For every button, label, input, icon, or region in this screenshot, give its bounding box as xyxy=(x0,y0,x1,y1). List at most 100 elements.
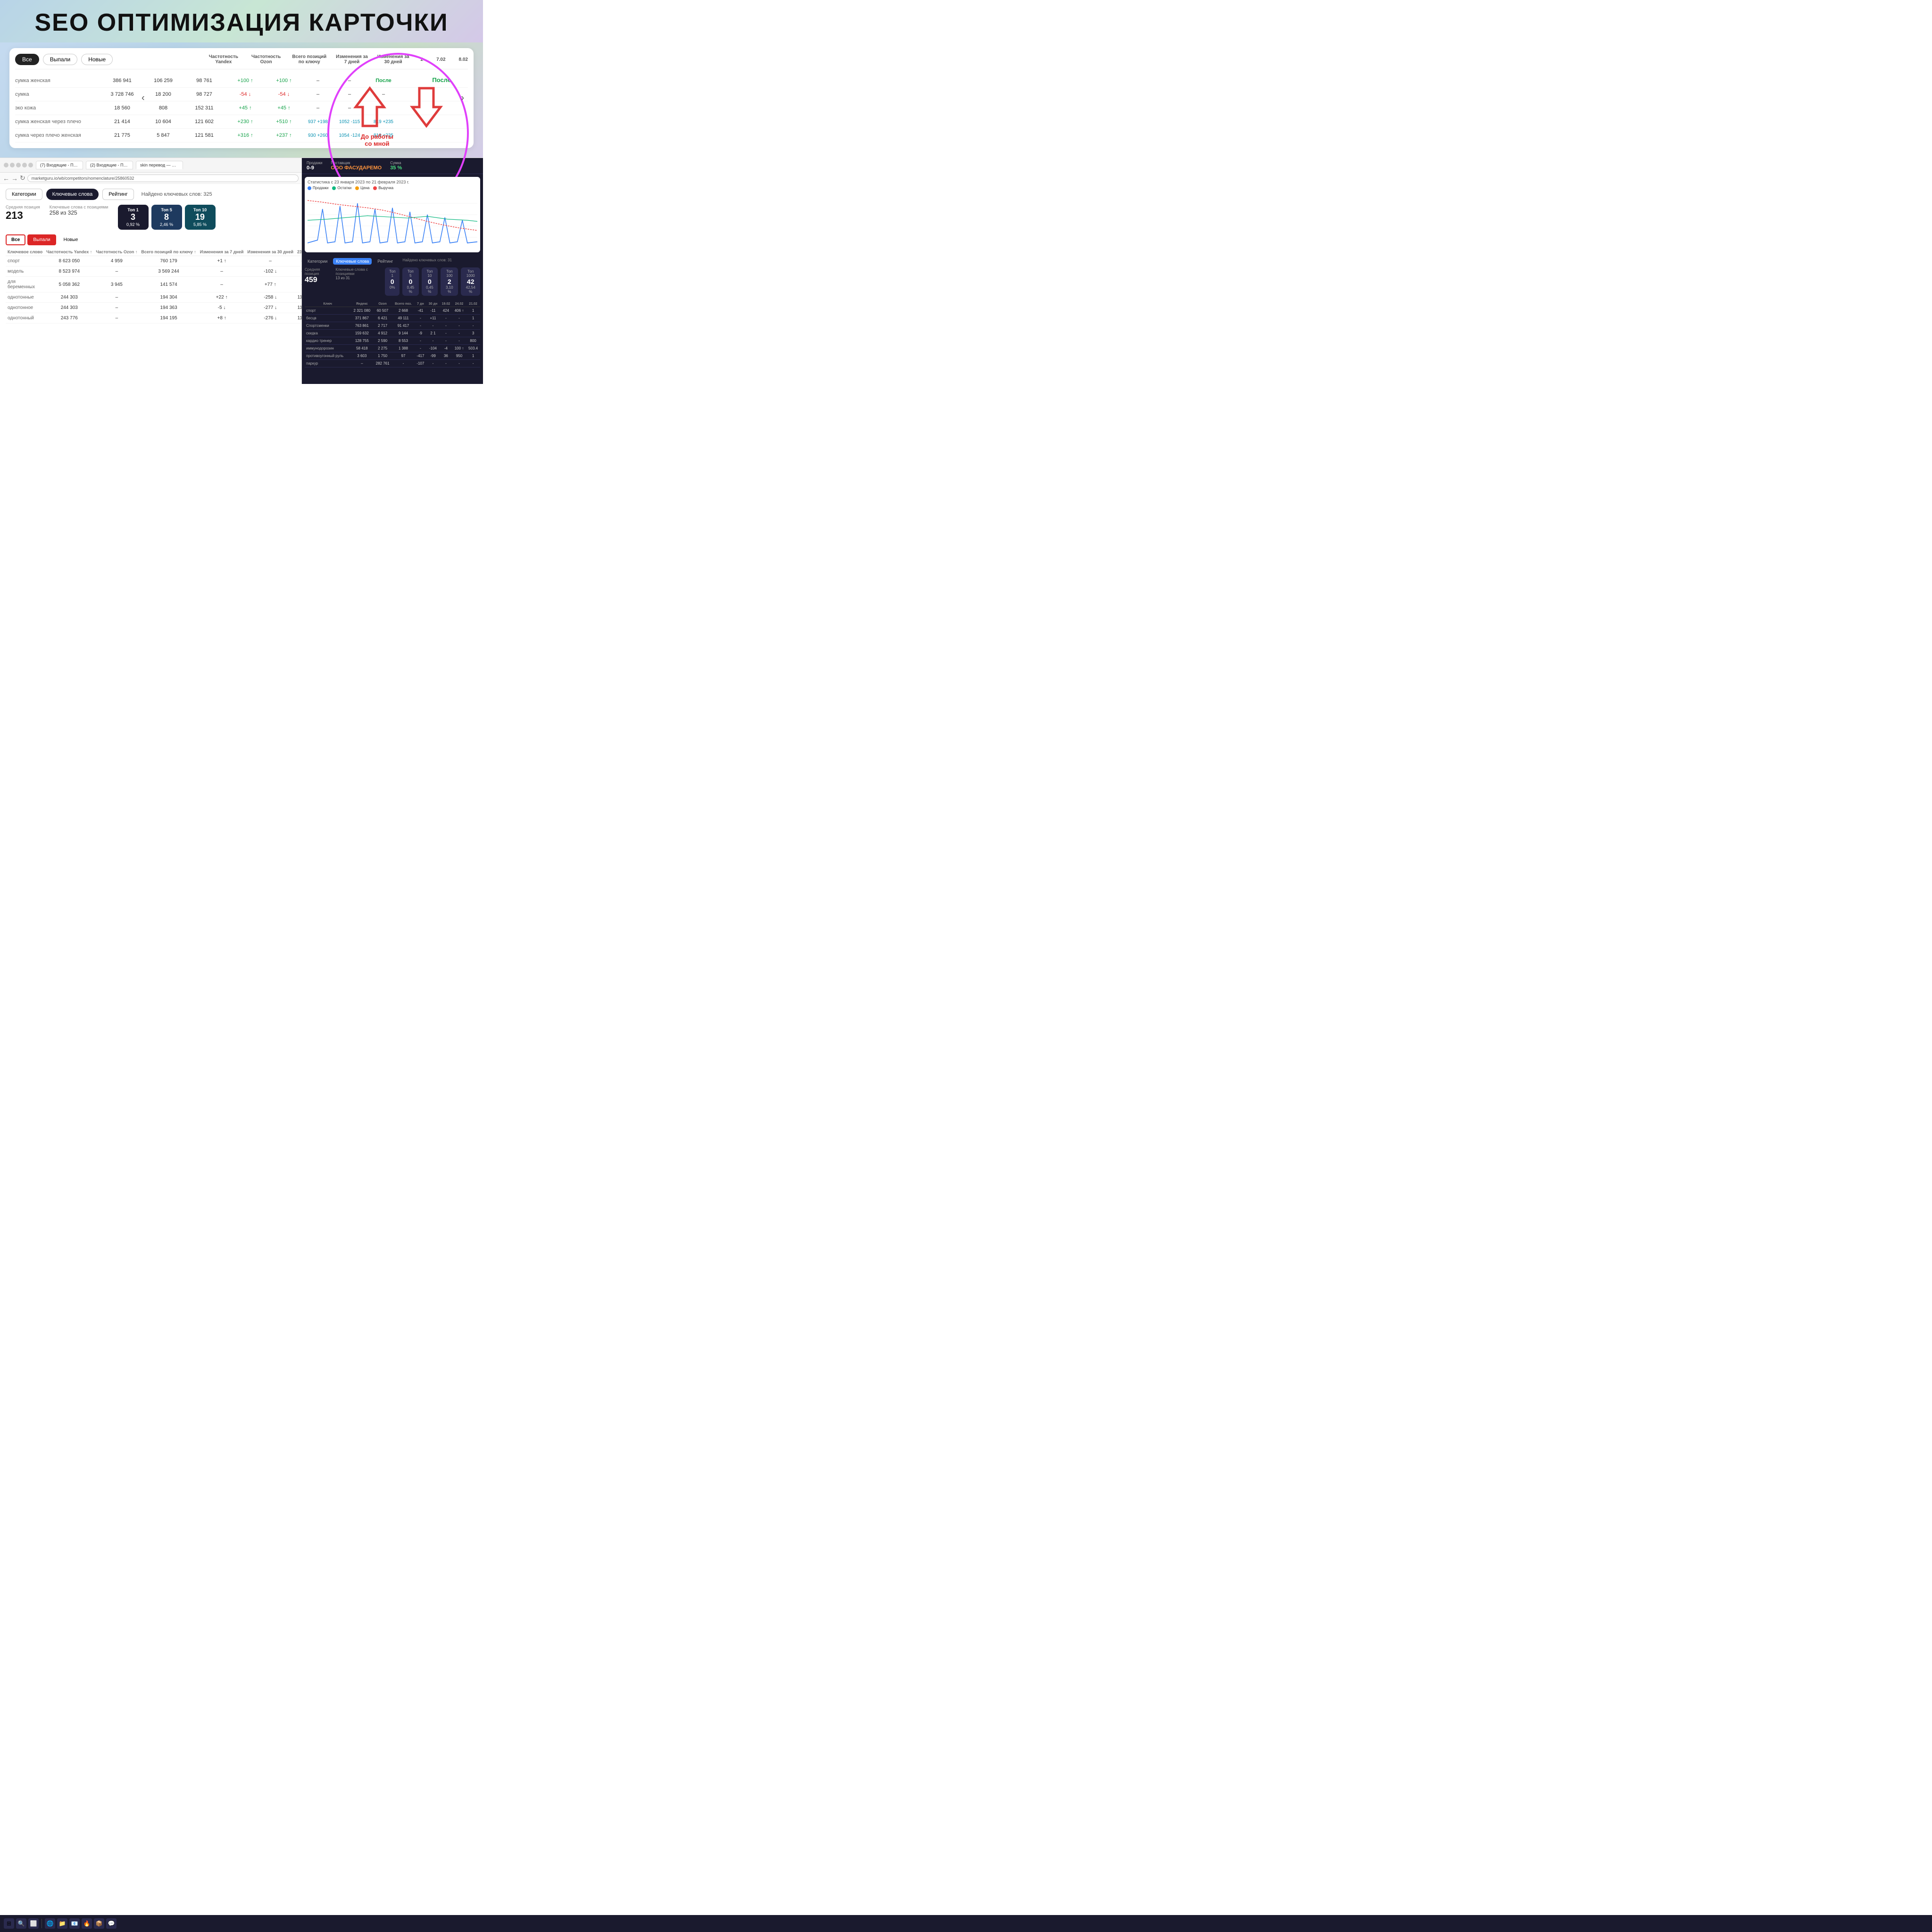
discount-block: Сумка 35 % xyxy=(390,161,402,171)
package-icon[interactable]: 📦 xyxy=(94,1918,104,1929)
mth-d3: 21.02 xyxy=(466,301,480,307)
cell-d1: 1144 xyxy=(295,313,301,324)
mini-cell-yandex: 763 861 xyxy=(351,322,374,330)
table-row: для беременных 5 058 362 3 945 141 574 –… xyxy=(6,277,301,292)
mini-cell-ch30: +11 xyxy=(426,315,440,322)
chip-top1000-label: Топ 1000 xyxy=(465,269,476,278)
top-table-section: Все Выпали Новые ЧастотностьYandex Часто… xyxy=(0,42,483,158)
br-tab-keywords[interactable]: Ключевые слова xyxy=(333,258,372,265)
br-tab-categories[interactable]: Категории xyxy=(305,258,330,265)
supplier-block: Поставщик ООО ФАСУДАРЕМО xyxy=(331,161,382,171)
cell-d1: – xyxy=(295,256,301,266)
mth-d2: 24.02 xyxy=(452,301,466,307)
mth-total: Всего поз. xyxy=(392,301,415,307)
mini-cell-d2: - xyxy=(452,360,466,367)
browser-chrome: (7) Входящие - Почт... (2) Входящие - По… xyxy=(0,158,301,173)
mini-cell-ch7: - xyxy=(415,337,426,345)
mini-cell-ozon: 60 507 xyxy=(373,307,392,315)
mini-cell-total: 8 553 xyxy=(392,337,415,345)
discount-value: 35 % xyxy=(390,165,402,171)
cell-total: 3 569 244 xyxy=(139,266,198,277)
mini-cell-d1: - xyxy=(440,337,452,345)
filter-dropped[interactable]: Выпали xyxy=(27,234,56,245)
mini-cell-d1: -4 xyxy=(440,345,452,352)
mini-cell-d3: 3 xyxy=(466,330,480,337)
cell-d1: – xyxy=(295,266,301,277)
table-row: модель 8 523 974 – 3 569 244 – -102 ↓ – … xyxy=(6,266,301,277)
chip-top1000-pct: 42,54 % xyxy=(465,285,476,294)
mini-cell-total: 91 417 xyxy=(392,322,415,330)
mini-cell-total: 2 668 xyxy=(392,307,415,315)
browser-icon[interactable]: 🌐 xyxy=(45,1918,55,1929)
refresh-button[interactable]: ↻ xyxy=(20,174,25,182)
legend-dot-sales xyxy=(308,186,311,190)
chip-top10-label: Топ 10 xyxy=(425,269,434,278)
after-label: После xyxy=(432,76,451,83)
start-button[interactable]: ⊞ xyxy=(4,1918,14,1929)
cell-total: 141 574 xyxy=(139,277,198,292)
chip-top100-pct: 3,10 % xyxy=(444,285,454,294)
filter-all[interactable]: Все xyxy=(6,234,25,245)
mini-cell-d2: 100 ↑ xyxy=(452,345,466,352)
cell-yandex: 5 058 362 xyxy=(44,277,94,292)
mini-cell-ch30: - xyxy=(426,360,440,367)
tab-rating[interactable]: Рейтинг xyxy=(102,189,133,200)
top1-badge: Топ 1 3 0,92 % xyxy=(118,205,149,230)
tab-dropped[interactable]: Выпали xyxy=(43,54,78,65)
mini-cell-kw: противоугонный руль xyxy=(305,352,351,360)
br-tab-rating[interactable]: Рейтинг xyxy=(375,258,396,265)
th-date1: 23.01 xyxy=(295,248,301,256)
keywords-table: Ключевое слово Частотность Yandex ↑ Част… xyxy=(6,248,301,324)
chip-top100-value: 2 xyxy=(444,278,454,285)
browser-tab-active[interactable]: skin перевод — Яндек... xyxy=(136,161,183,169)
mth-yandex: Яндекс xyxy=(351,301,374,307)
task-view-icon[interactable]: ⬜ xyxy=(28,1918,39,1929)
forward-button[interactable]: → xyxy=(11,175,18,182)
cell-keyword: однотонные xyxy=(6,292,44,303)
tab-new[interactable]: Новые xyxy=(81,54,113,65)
mini-cell-kw: спорт xyxy=(305,307,351,315)
br-avg-value: 459 xyxy=(305,276,331,284)
mini-cell-d1: 36 xyxy=(440,352,452,360)
supplier-value: ООО ФАСУДАРЕМО xyxy=(331,165,382,171)
seo-table: Все Выпали Новые ЧастотностьYandex Часто… xyxy=(9,48,474,148)
taskbar: ⊞ 🔍 ⬜ 🌐 📁 📧 🔥 📦 💬 xyxy=(0,1915,1932,1932)
nav-right-arrow[interactable]: › xyxy=(461,93,464,104)
mini-cell-d3: 1 xyxy=(466,307,480,315)
tab-all[interactable]: Все xyxy=(15,54,39,65)
cell-total: 194 195 xyxy=(139,313,198,324)
tab-keywords[interactable]: Ключевые слова xyxy=(46,189,99,200)
search-icon[interactable]: 🔍 xyxy=(16,1918,26,1929)
table-row: сумка женская через плечо 21 414 10 604 … xyxy=(15,115,468,129)
explorer-icon[interactable]: 📁 xyxy=(57,1918,67,1929)
browser-tab[interactable]: (7) Входящие - Почт... xyxy=(36,161,83,169)
col-total: Всего позицийпо ключу xyxy=(292,54,326,65)
filter-new[interactable]: Новые xyxy=(58,234,84,245)
right-top-bar: Продажи 0-9 Поставщик ООО ФАСУДАРЕМО Сум… xyxy=(302,158,483,174)
mini-cell-d1: - xyxy=(440,322,452,330)
mth-kw: Ключ xyxy=(305,301,351,307)
th-total: Всего позиций по ключу ↑ xyxy=(139,248,198,256)
chat-icon[interactable]: 💬 xyxy=(106,1918,117,1929)
right-panel: Продажи 0-9 Поставщик ООО ФАСУДАРЕМО Сум… xyxy=(302,158,483,384)
mail-icon[interactable]: 📧 xyxy=(69,1918,80,1929)
cell-yandex: 243 776 xyxy=(44,313,94,324)
tab-categories[interactable]: Категории xyxy=(6,189,42,200)
col-ch30: Изменения за30 дней xyxy=(377,54,409,65)
address-bar[interactable]: marketguru.io/wb/competitors/nomenclatur… xyxy=(27,175,299,182)
back-button[interactable]: ← xyxy=(3,175,9,182)
cell-ch7: -5 ↓ xyxy=(198,303,246,313)
chip-top5-value: 0 xyxy=(406,278,415,285)
browser-tab[interactable]: (2) Входящие - Почт... xyxy=(86,161,133,169)
th-yandex: Частотность Yandex ↑ xyxy=(44,248,94,256)
fire-icon[interactable]: 🔥 xyxy=(82,1918,92,1929)
chip-top1-pct: 0% xyxy=(389,285,396,290)
nav-left-arrow[interactable]: ‹ xyxy=(142,93,145,104)
mini-cell-kw: иммунодорозин xyxy=(305,345,351,352)
cell-ozon: 3 945 xyxy=(94,277,139,292)
br-kw-value: 13 из 31 xyxy=(335,276,380,280)
mini-cell-d3: 503.4 xyxy=(466,345,480,352)
mini-cell-kw: паркур xyxy=(305,360,351,367)
table-row: сумка через плечо женская 21 775 5 847 1… xyxy=(15,129,468,142)
chart-legend: Продажи Остатки Цена Выручка xyxy=(308,186,477,190)
